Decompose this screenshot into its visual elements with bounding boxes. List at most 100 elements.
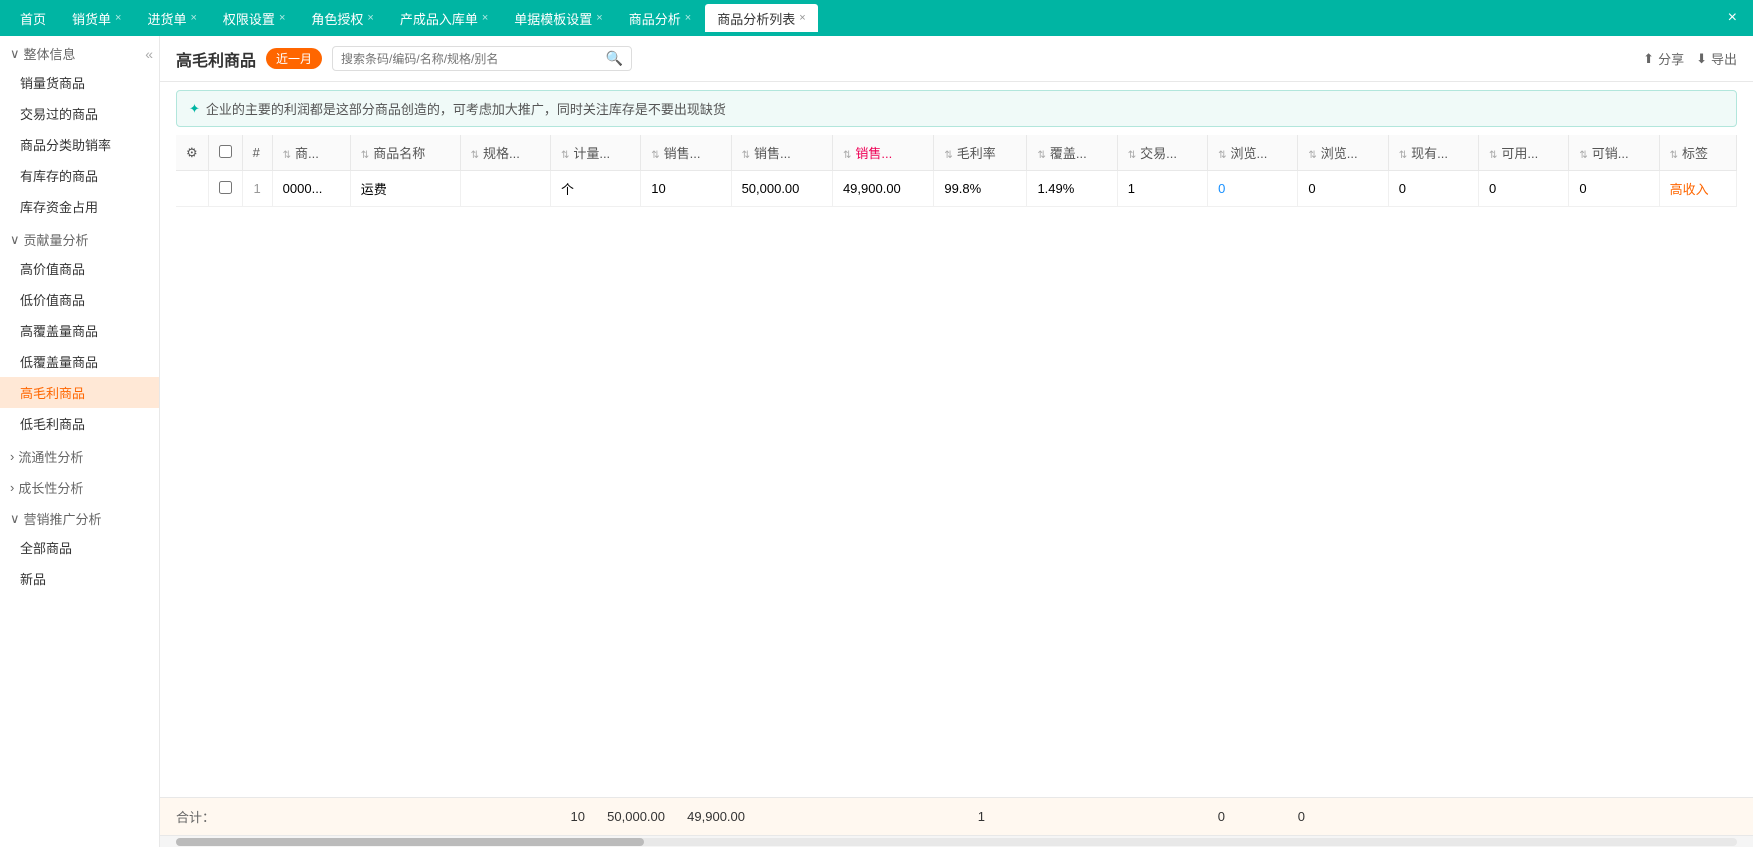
sidebar-item-high-value[interactable]: 高价值商品: [0, 253, 159, 284]
nav-tab-purchase-label: 进货单: [147, 9, 186, 28]
col-browse2[interactable]: ⇅浏览...: [1298, 135, 1388, 171]
sidebar-item-category-rate[interactable]: 商品分类助销率: [0, 129, 159, 160]
col-code[interactable]: ⇅商...: [272, 135, 350, 171]
footer-label: 合计：: [176, 807, 215, 826]
col-browse1-label: 浏览...: [1230, 146, 1267, 161]
close-icon[interactable]: ×: [367, 12, 373, 24]
col-coverage[interactable]: ⇅覆盖...: [1027, 135, 1117, 171]
sidebar-item-low-coverage[interactable]: 低覆盖量商品: [0, 346, 159, 377]
row-checkbox[interactable]: [219, 181, 232, 194]
col-stock-avail[interactable]: ⇅可用...: [1479, 135, 1569, 171]
sidebar-group-overall[interactable]: ∨ 整体信息: [0, 36, 159, 67]
search-icon[interactable]: 🔍: [606, 50, 623, 67]
col-sales-profit[interactable]: ⇅销售...: [832, 135, 933, 171]
col-tag-label: 标签: [1682, 146, 1708, 161]
close-icon[interactable]: ×: [799, 12, 805, 24]
sidebar-item-high-coverage[interactable]: 高覆盖量商品: [0, 315, 159, 346]
close-icon[interactable]: ×: [685, 12, 691, 24]
nav-tab-analysis-label: 商品分析: [629, 9, 681, 28]
cell-sales-profit: 49,900.00: [832, 171, 933, 207]
col-sales-amount[interactable]: ⇅销售...: [731, 135, 832, 171]
sidebar-item-low-value[interactable]: 低价值商品: [0, 284, 159, 315]
table-row: 1 0000... 运费 个 10 50,000.00 49,900.00 99…: [176, 171, 1737, 207]
window-close-button[interactable]: ×: [1720, 9, 1745, 27]
cell-name: 运费: [350, 171, 460, 207]
share-button[interactable]: ⬆ 分享: [1643, 49, 1684, 68]
select-all-checkbox[interactable]: [219, 145, 232, 158]
col-stock-avail-label: 可用...: [1501, 146, 1538, 161]
cell-browse1[interactable]: 0: [1208, 171, 1298, 207]
col-unit-label: 计量...: [573, 146, 610, 161]
col-gross-margin[interactable]: ⇅毛利率: [934, 135, 1027, 171]
footer-spacer: [235, 809, 515, 824]
nav-tab-analysis-list[interactable]: 商品分析列表 ×: [705, 4, 817, 32]
col-stock-current[interactable]: ⇅现有...: [1388, 135, 1478, 171]
col-unit[interactable]: ⇅计量...: [550, 135, 640, 171]
search-input[interactable]: [341, 52, 600, 66]
sidebar-item-high-margin[interactable]: 高毛利商品: [0, 377, 159, 408]
table-header-row: ⚙ # ⇅商... ⇅商品名称 ⇅规格... ⇅计量... ⇅销售... ⇅销售…: [176, 135, 1737, 171]
footer-sales-amount: 50,000.00: [595, 809, 675, 824]
footer-sales-qty: 10: [515, 809, 595, 824]
sidebar-item-sales-goods[interactable]: 销量货商品: [0, 67, 159, 98]
table-container: ⚙ # ⇅商... ⇅商品名称 ⇅规格... ⇅计量... ⇅销售... ⇅销售…: [160, 135, 1753, 797]
nav-tab-home[interactable]: 首页: [8, 4, 58, 32]
col-settings[interactable]: ⚙: [176, 135, 208, 171]
col-checkbox: [208, 135, 242, 171]
period-button[interactable]: 近一月: [266, 48, 322, 69]
sidebar-group-contribution[interactable]: ∨ 贡献量分析: [0, 222, 159, 253]
close-icon[interactable]: ×: [190, 12, 196, 24]
footer-transaction: 1: [915, 809, 995, 824]
nav-tab-sales-label: 销货单: [72, 9, 111, 28]
info-icon: ✦: [189, 101, 200, 117]
sidebar-collapse-button[interactable]: «: [145, 46, 153, 62]
col-stock-sale[interactable]: ⇅可销...: [1569, 135, 1659, 171]
nav-tab-purchase[interactable]: 进货单 ×: [135, 4, 208, 32]
col-name[interactable]: ⇅商品名称: [350, 135, 460, 171]
footer-sales-profit: 49,900.00: [675, 809, 755, 824]
close-icon[interactable]: ×: [279, 12, 285, 24]
col-browse1[interactable]: ⇅浏览...: [1208, 135, 1298, 171]
close-icon[interactable]: ×: [482, 12, 488, 24]
cell-spec: [460, 171, 550, 207]
close-icon[interactable]: ×: [596, 12, 602, 24]
col-browse2-label: 浏览...: [1321, 146, 1358, 161]
export-icon: ⬇: [1696, 51, 1707, 67]
cell-checkbox[interactable]: [208, 171, 242, 207]
nav-tab-sales[interactable]: 销货单 ×: [60, 4, 133, 32]
col-spec[interactable]: ⇅规格...: [460, 135, 550, 171]
sidebar-group-liquidity[interactable]: › 流通性分析: [0, 439, 159, 470]
scrollbar-track: [176, 838, 1737, 846]
content-area: 高毛利商品 近一月 🔍 ⬆ 分享 ⬇ 导出 ✦ 企业的主要的利润都是这部分商品创…: [160, 36, 1753, 847]
nav-tab-product-in[interactable]: 产成品入库单 ×: [388, 4, 500, 32]
col-coverage-label: 覆盖...: [1050, 146, 1087, 161]
sidebar-item-new-goods[interactable]: 新品: [0, 563, 159, 594]
col-tag[interactable]: ⇅标签: [1659, 135, 1736, 171]
sidebar-item-all-goods[interactable]: 全部商品: [0, 532, 159, 563]
sidebar-item-stock-goods[interactable]: 有库存的商品: [0, 160, 159, 191]
sidebar-group-growth[interactable]: › 成长性分析: [0, 470, 159, 501]
bottom-scrollbar[interactable]: [160, 835, 1753, 847]
main-layout: « ∨ 整体信息 销量货商品 交易过的商品 商品分类助销率 有库存的商品 库存资…: [0, 36, 1753, 847]
sidebar-group-marketing[interactable]: ∨ 营销推广分析: [0, 501, 159, 532]
chevron-down-icon: ∨: [10, 232, 20, 248]
nav-tab-role[interactable]: 角色授权 ×: [299, 4, 385, 32]
nav-tab-analysis[interactable]: 商品分析 ×: [617, 4, 703, 32]
data-table: ⚙ # ⇅商... ⇅商品名称 ⇅规格... ⇅计量... ⇅销售... ⇅销售…: [176, 135, 1737, 207]
scrollbar-thumb[interactable]: [176, 838, 644, 846]
footer-stock-avail: 0: [1235, 809, 1315, 824]
sidebar-item-stock-capital[interactable]: 库存资金占用: [0, 191, 159, 222]
cell-stock-sale: 0: [1569, 171, 1659, 207]
cell-sales-qty: 10: [641, 171, 731, 207]
close-icon[interactable]: ×: [115, 12, 121, 24]
nav-tab-template[interactable]: 单据模板设置 ×: [502, 4, 614, 32]
export-button[interactable]: ⬇ 导出: [1696, 49, 1737, 68]
sidebar-group-marketing-label: 营销推广分析: [24, 509, 102, 528]
cell-tag: 高收入: [1659, 171, 1736, 207]
nav-tab-analysis-list-label: 商品分析列表: [717, 9, 795, 28]
sidebar-item-low-margin[interactable]: 低毛利商品: [0, 408, 159, 439]
col-transaction[interactable]: ⇅交易...: [1117, 135, 1207, 171]
nav-tab-permission[interactable]: 权限设置 ×: [211, 4, 297, 32]
col-sales-qty[interactable]: ⇅销售...: [641, 135, 731, 171]
sidebar-item-traded-goods[interactable]: 交易过的商品: [0, 98, 159, 129]
